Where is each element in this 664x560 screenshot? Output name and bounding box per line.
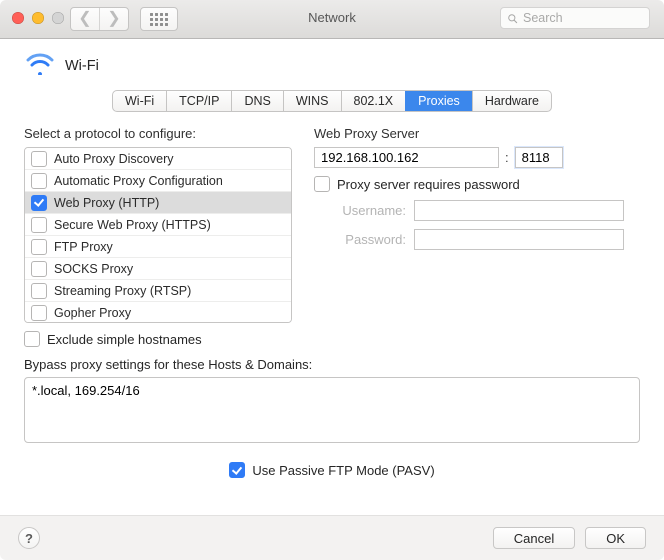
wifi-icon xyxy=(26,53,54,78)
passive-ftp-checkbox[interactable] xyxy=(229,462,245,478)
protocol-row[interactable]: SOCKS Proxy xyxy=(25,258,291,280)
exclude-simple-hostnames-checkbox[interactable] xyxy=(24,331,40,347)
exclude-simple-hostnames-label: Exclude simple hostnames xyxy=(47,332,202,347)
ok-button[interactable]: OK xyxy=(585,527,646,549)
protocol-list[interactable]: Auto Proxy Discovery Automatic Proxy Conf… xyxy=(24,147,292,323)
protocol-label: Automatic Proxy Configuration xyxy=(54,174,223,188)
protocol-row[interactable]: Web Proxy (HTTP) xyxy=(25,192,291,214)
proxy-port-input[interactable] xyxy=(515,147,563,168)
protocol-row[interactable]: Auto Proxy Discovery xyxy=(25,148,291,170)
tab-bar: Wi-FiTCP/IPDNSWINS802.1XProxiesHardware xyxy=(112,90,552,112)
protocol-label: Gopher Proxy xyxy=(54,306,131,320)
bypass-heading: Bypass proxy settings for these Hosts & … xyxy=(24,357,640,372)
protocol-checkbox[interactable] xyxy=(31,305,47,321)
requires-password-checkbox[interactable] xyxy=(314,176,330,192)
tab-wins[interactable]: WINS xyxy=(283,91,341,111)
cancel-button[interactable]: Cancel xyxy=(493,527,575,549)
bypass-textarea[interactable] xyxy=(24,377,640,443)
tab-wi-fi[interactable]: Wi-Fi xyxy=(113,91,166,111)
tab-tcp-ip[interactable]: TCP/IP xyxy=(166,91,231,111)
protocol-heading: Select a protocol to configure: xyxy=(24,126,292,141)
protocol-checkbox[interactable] xyxy=(31,217,47,233)
protocol-checkbox[interactable] xyxy=(31,239,47,255)
password-label: Password: xyxy=(314,232,406,247)
exclude-simple-hostnames-row[interactable]: Exclude simple hostnames xyxy=(24,331,292,347)
search-icon xyxy=(507,13,518,24)
username-input xyxy=(414,200,624,221)
footer: ? Cancel OK xyxy=(0,515,664,560)
service-header: Wi-Fi xyxy=(26,53,640,78)
service-name: Wi-Fi xyxy=(65,58,99,74)
protocol-label: Auto Proxy Discovery xyxy=(54,152,173,166)
protocol-checkbox[interactable] xyxy=(31,151,47,167)
host-port-separator: : xyxy=(505,150,509,165)
protocol-checkbox[interactable] xyxy=(31,195,47,211)
protocol-label: Secure Web Proxy (HTTPS) xyxy=(54,218,211,232)
password-input xyxy=(414,229,624,250)
help-icon: ? xyxy=(25,531,33,546)
protocol-row[interactable]: Secure Web Proxy (HTTPS) xyxy=(25,214,291,236)
protocol-row[interactable]: Streaming Proxy (RTSP) xyxy=(25,280,291,302)
passive-ftp-row[interactable]: Use Passive FTP Mode (PASV) xyxy=(24,462,640,478)
protocol-label: FTP Proxy xyxy=(54,240,113,254)
requires-password-row[interactable]: Proxy server requires password xyxy=(314,176,640,192)
protocol-checkbox[interactable] xyxy=(31,173,47,189)
proxy-host-input[interactable] xyxy=(314,147,499,168)
toolbar: ❮ ❯ Network Search xyxy=(0,0,664,39)
protocol-row[interactable]: FTP Proxy xyxy=(25,236,291,258)
help-button[interactable]: ? xyxy=(18,527,40,549)
search-field[interactable]: Search xyxy=(500,7,650,29)
protocol-row[interactable]: Gopher Proxy xyxy=(25,302,291,323)
proxy-server-heading: Web Proxy Server xyxy=(314,126,640,141)
tab-dns[interactable]: DNS xyxy=(231,91,282,111)
protocol-label: SOCKS Proxy xyxy=(54,262,133,276)
tab-hardware[interactable]: Hardware xyxy=(472,91,551,111)
protocol-checkbox[interactable] xyxy=(31,283,47,299)
protocol-label: Streaming Proxy (RTSP) xyxy=(54,284,191,298)
protocol-checkbox[interactable] xyxy=(31,261,47,277)
protocol-row[interactable]: Automatic Proxy Configuration xyxy=(25,170,291,192)
passive-ftp-label: Use Passive FTP Mode (PASV) xyxy=(252,463,434,478)
tab-proxies[interactable]: Proxies xyxy=(405,91,472,111)
username-label: Username: xyxy=(314,203,406,218)
protocol-label: Web Proxy (HTTP) xyxy=(54,196,159,210)
search-placeholder: Search xyxy=(523,11,563,25)
requires-password-label: Proxy server requires password xyxy=(337,177,520,192)
tab-802-1x[interactable]: 802.1X xyxy=(341,91,406,111)
